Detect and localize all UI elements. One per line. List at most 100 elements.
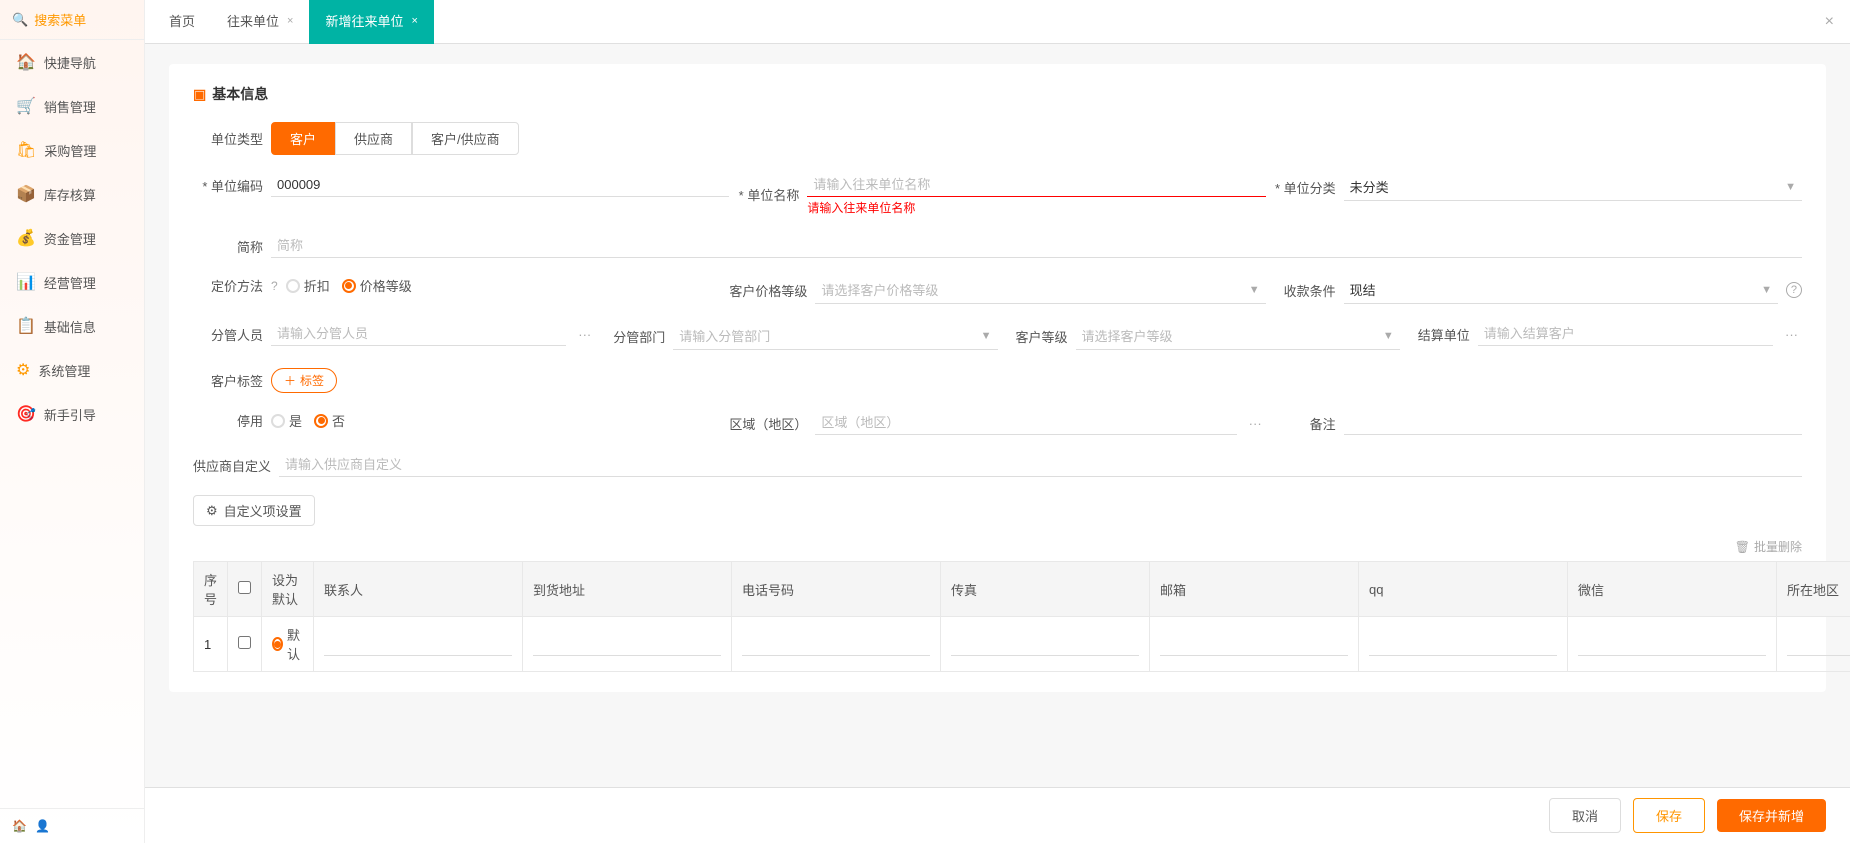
payment-terms-select[interactable]: 现结 ▼ <box>1344 276 1778 304</box>
sidebar-item-sales[interactable]: 🛒 销售管理 <box>0 84 144 128</box>
tab-new-contact-close[interactable]: × <box>411 15 417 27</box>
contact-input[interactable] <box>324 632 512 656</box>
tab-home[interactable]: 首页 <box>153 0 211 44</box>
unit-name-field: * 单位名称 请输入往来单位名称 <box>729 173 1265 216</box>
user-bottom-icon[interactable]: 👤 <box>35 819 50 833</box>
radio-discount[interactable]: 折扣 <box>286 276 330 295</box>
short-name-input[interactable] <box>271 234 1802 258</box>
cell-wechat[interactable] <box>1568 617 1777 672</box>
col-phone: 电话号码 <box>732 562 941 617</box>
tab-new-contact[interactable]: 新增往来单位 × <box>309 0 433 44</box>
tab-contacts-close[interactable]: × <box>287 15 293 27</box>
remark-field: 备注 <box>1266 411 1802 435</box>
unit-type-row: 单位类型 客户 供应商 客户/供应商 <box>193 122 1802 155</box>
batch-delete-label[interactable]: 批量删除 <box>1754 538 1802 555</box>
col-checkbox <box>228 562 262 617</box>
col-fax: 传真 <box>941 562 1150 617</box>
fax-input[interactable] <box>951 632 1139 656</box>
payment-help-icon[interactable]: ? <box>1786 282 1802 298</box>
manager-input[interactable] <box>271 322 566 346</box>
unit-name-label: * 单位名称 <box>729 185 799 204</box>
manager-more-btn[interactable]: ··· <box>574 327 595 342</box>
select-all-checkbox[interactable] <box>238 581 251 594</box>
unit-code-input[interactable] <box>271 173 729 197</box>
table-row: 1 默认 <box>194 617 1850 672</box>
home-bottom-icon[interactable]: 🏠 <box>12 819 27 833</box>
type-btn-both[interactable]: 客户/供应商 <box>412 122 519 155</box>
tabbar-close-btn[interactable]: × <box>1817 13 1842 31</box>
add-tag-button[interactable]: ＋ 标签 <box>271 368 337 393</box>
phone-input[interactable] <box>742 632 930 656</box>
region-more-btn[interactable]: ··· <box>1245 416 1266 431</box>
disable-yes-circle <box>271 414 285 428</box>
settlement-unit-input[interactable] <box>1478 322 1773 346</box>
region-label: 区域（地区） <box>729 414 807 433</box>
sidebar-item-purchase[interactable]: 🛍 采购管理 <box>0 128 144 172</box>
qq-input[interactable] <box>1369 632 1557 656</box>
cell-qq[interactable] <box>1359 617 1568 672</box>
unit-name-input[interactable] <box>807 173 1265 197</box>
contact-table: 序号 设为默认 联系人 到货地址 电话号码 传真 邮箱 qq 微信 所在地区 操… <box>193 561 1850 672</box>
row-checkbox[interactable] <box>238 636 251 649</box>
customer-tag-row: 客户标签 ＋ 标签 <box>193 368 1802 393</box>
disable-no[interactable]: 否 <box>314 411 345 430</box>
sidebar-item-operations[interactable]: 📊 经营管理 <box>0 260 144 304</box>
col-region: 所在地区 <box>1777 562 1850 617</box>
radio-price-level[interactable]: 价格等级 <box>342 276 412 295</box>
pricing-help-icon[interactable]: ? <box>271 279 278 293</box>
settlement-more-btn[interactable]: ··· <box>1781 327 1802 342</box>
cell-phone[interactable] <box>732 617 941 672</box>
custom-settings-button[interactable]: ⚙ 自定义项设置 <box>193 495 315 526</box>
type-btn-supplier[interactable]: 供应商 <box>335 122 412 155</box>
remark-input[interactable] <box>1344 411 1802 435</box>
save-button[interactable]: 保存 <box>1633 798 1705 833</box>
region-input[interactable] <box>815 411 1236 435</box>
sidebar-item-guide[interactable]: 🎯 新手引导 <box>0 392 144 436</box>
radio-discount-circle <box>286 279 300 293</box>
type-btn-customer[interactable]: 客户 <box>271 122 335 155</box>
cell-checkbox <box>228 617 262 672</box>
section-title-icon: ▣ <box>193 86 206 103</box>
email-input[interactable] <box>1160 632 1348 656</box>
sidebar-search-label: 搜索菜单 <box>34 10 86 29</box>
unit-category-label: * 单位分类 <box>1266 178 1336 197</box>
sidebar-item-system[interactable]: ⚙ 系统管理 <box>0 348 144 392</box>
sidebar-search[interactable]: 🔍 搜索菜单 <box>0 0 144 40</box>
wechat-input[interactable] <box>1578 632 1766 656</box>
save-and-new-button[interactable]: 保存并新增 <box>1717 799 1826 832</box>
disable-yes-label: 是 <box>289 411 302 430</box>
content-area: ▣ 基本信息 单位类型 客户 供应商 客户/供应商 * 单位编码 <box>145 44 1850 787</box>
sidebar-item-basic[interactable]: 📋 基础信息 <box>0 304 144 348</box>
short-name-row: 简称 <box>193 234 1802 258</box>
payment-terms-value: 现结 <box>1350 280 1376 299</box>
cell-region[interactable] <box>1777 617 1850 672</box>
supplier-custom-input[interactable] <box>279 453 1802 477</box>
cell-fax[interactable] <box>941 617 1150 672</box>
manager-label: 分管人员 <box>193 325 263 344</box>
default-radio-circle[interactable] <box>272 637 283 651</box>
pricing-radio-group: 折扣 价格等级 <box>286 276 412 295</box>
sidebar-item-label: 经营管理 <box>44 273 96 292</box>
customer-level-select[interactable]: 请选择客户等级 ▼ <box>1076 322 1400 350</box>
cell-seq: 1 <box>194 617 228 672</box>
unit-category-select[interactable]: 未分类 ▼ <box>1344 173 1802 201</box>
sidebar-item-quick-nav[interactable]: 🏠 快捷导航 <box>0 40 144 84</box>
inventory-icon: 📦 <box>16 184 36 204</box>
system-icon: ⚙ <box>16 360 30 380</box>
address-input[interactable] <box>533 632 721 656</box>
disable-no-circle <box>314 414 328 428</box>
tab-contacts[interactable]: 往来单位 × <box>211 0 309 44</box>
cell-email[interactable] <box>1150 617 1359 672</box>
cancel-button[interactable]: 取消 <box>1549 798 1621 833</box>
sidebar-item-finance[interactable]: 💰 资金管理 <box>0 216 144 260</box>
department-select[interactable]: 请输入分管部门 ▼ <box>673 322 997 350</box>
customer-price-level-select[interactable]: 请选择客户价格等级 ▼ <box>815 276 1265 304</box>
cell-contact[interactable] <box>314 617 523 672</box>
tag-plus-icon: ＋ <box>284 372 296 389</box>
chevron-down-icon3: ▼ <box>1761 284 1772 296</box>
disable-yes[interactable]: 是 <box>271 411 302 430</box>
table-region-input[interactable] <box>1787 632 1850 656</box>
cell-address[interactable] <box>523 617 732 672</box>
sidebar-item-inventory[interactable]: 📦 库存核算 <box>0 172 144 216</box>
customer-tag-label: 客户标签 <box>193 371 263 390</box>
